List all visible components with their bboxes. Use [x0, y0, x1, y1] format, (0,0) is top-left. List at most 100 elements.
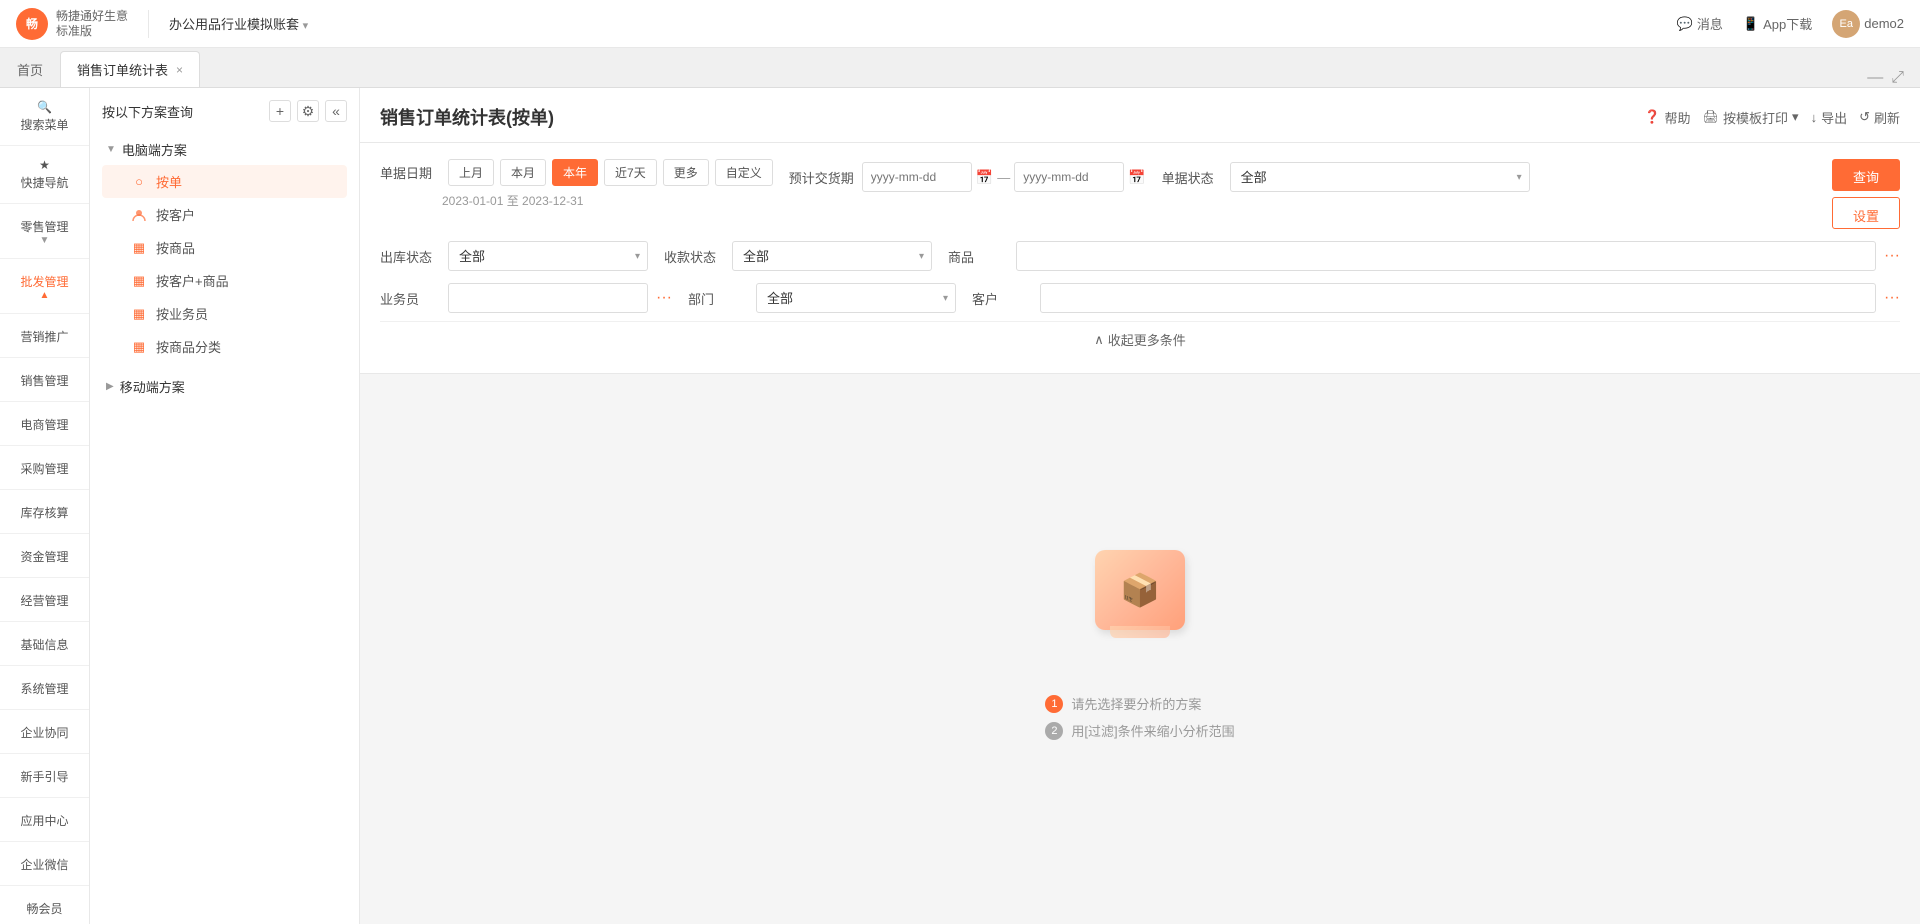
salesperson-more-dots[interactable]: ···: [656, 289, 672, 307]
sidebar-item-basic[interactable]: 基础信息: [0, 622, 89, 666]
tree-expand-arrow-icon: ▼: [106, 144, 116, 155]
tree-collapse-arrow-icon: ▶: [106, 381, 114, 392]
tree-parent-label: 电脑端方案: [122, 140, 187, 159]
sidebar-item-marketing[interactable]: 营销推广: [0, 314, 89, 358]
sidebar-item-ecommerce[interactable]: 电商管理: [0, 402, 89, 446]
page-title: 销售订单统计表(按单): [380, 104, 554, 130]
top-bar-right: 💬 消息 📱 App下载 Ea demo2: [1677, 10, 1904, 38]
sidebar-item-wholesale[interactable]: 批发管理 ▲: [0, 259, 89, 314]
export-button[interactable]: ↓ 导出: [1811, 108, 1848, 127]
date-start-calendar-icon[interactable]: 📅: [976, 169, 993, 186]
refresh-button[interactable]: ↺ 刷新: [1859, 108, 1900, 127]
refresh-icon: ↺: [1859, 109, 1870, 125]
sidebar-item-finance[interactable]: 资金管理: [0, 534, 89, 578]
date-btn-last-month[interactable]: 上月: [448, 159, 494, 186]
search-icon: 🔍: [8, 100, 81, 114]
settings-scheme-button[interactable]: ⚙: [297, 100, 319, 122]
date-btn-more[interactable]: 更多: [663, 159, 709, 186]
by-customer-icon: [130, 206, 148, 224]
tree-child-by-salesperson[interactable]: ▦ 按业务员: [102, 297, 347, 330]
sidebar-item-app-center[interactable]: 应用中心: [0, 798, 89, 842]
sidebar-item-operations[interactable]: 经营管理: [0, 578, 89, 622]
tree-child-by-order[interactable]: ○ 按单: [102, 165, 347, 198]
date-btn-this-year[interactable]: 本年: [552, 159, 598, 186]
tree-parent-mobile-label: 移动端方案: [120, 377, 185, 396]
collapse-icon: ∧: [1094, 332, 1104, 348]
user-profile[interactable]: Ea demo2: [1832, 10, 1904, 38]
status-select[interactable]: 全部 待审核 已审核 已完成: [1230, 162, 1530, 192]
out-status-select[interactable]: 全部 未出库 部分出库 已出库: [448, 241, 648, 271]
product-more-dots[interactable]: ···: [1884, 247, 1900, 265]
sidebar-item-sales[interactable]: 销售管理: [0, 358, 89, 402]
tree-parent-mobile[interactable]: ▶ 移动端方案: [102, 371, 347, 402]
download-icon: 📱: [1743, 16, 1759, 32]
tree-child-label: 按客户+商品: [156, 271, 229, 290]
sidebar-item-quick-nav[interactable]: ★ 快捷导航: [0, 146, 89, 204]
message-icon: 💬: [1677, 16, 1693, 32]
tree-child-by-category[interactable]: ▦ 按商品分类: [102, 330, 347, 363]
collapse-panel-button[interactable]: «: [325, 100, 347, 122]
customer-input[interactable]: [1040, 283, 1876, 313]
tab-maximize-icon[interactable]: ⤢: [1891, 69, 1904, 87]
content-body: 📦 1 请先选择要分析的方案 2 用[过滤]条件来缩小分析范围: [360, 374, 1920, 924]
star-icon: ★: [8, 158, 81, 172]
settings-button[interactable]: 设置: [1832, 197, 1900, 229]
sidebar-item-purchase[interactable]: 采购管理: [0, 446, 89, 490]
customer-more-dots[interactable]: ···: [1884, 289, 1900, 307]
app-title[interactable]: 办公用品行业模拟账套 ▾: [169, 14, 308, 33]
tree-child-by-customer-product[interactable]: ▦ 按客户+商品: [102, 264, 347, 297]
sidebar-item-inventory[interactable]: 库存核算: [0, 490, 89, 534]
sidebar-item-search-menu[interactable]: 🔍 搜索菜单: [0, 88, 89, 146]
sidebar-item-retail[interactable]: 零售管理 ▼: [0, 204, 89, 259]
print-button[interactable]: 🖨 按模板打印 ▾: [1703, 108, 1799, 127]
left-panel: 按以下方案查询 + ⚙ « ▼ 电脑端方案 ○ 按单: [90, 88, 360, 924]
salesperson-input[interactable]: [448, 283, 648, 313]
tree-child-by-customer[interactable]: 按客户: [102, 198, 347, 231]
payment-status-select-wrapper: 全部 未收款 部分收款 已收款 ▾: [732, 241, 932, 271]
date-btn-custom[interactable]: 自定义: [715, 159, 773, 186]
help-button[interactable]: ❓ 帮助: [1644, 108, 1690, 127]
dept-label: 部门: [688, 289, 748, 308]
logo-icon: 畅: [16, 8, 48, 40]
product-input[interactable]: [1016, 241, 1876, 271]
out-status-label: 出库状态: [380, 247, 440, 266]
sidebar-item-member[interactable]: 畅会员: [0, 886, 89, 924]
sidebar-item-system[interactable]: 系统管理: [0, 666, 89, 710]
sidebar-item-newbie[interactable]: 新手引导: [0, 754, 89, 798]
sidebar-item-enterprise[interactable]: 企业协同: [0, 710, 89, 754]
logo-text: 畅捷通好生意 标准版: [56, 9, 128, 38]
tab-sales-order-stats[interactable]: 销售订单统计表 ×: [60, 51, 200, 87]
expected-date-range: 📅 — 📅: [862, 162, 1146, 192]
date-btn-this-month[interactable]: 本月: [500, 159, 546, 186]
date-btn-last-7-days[interactable]: 近7天: [604, 159, 657, 186]
collapse-conditions-button[interactable]: ∧ 收起更多条件: [380, 321, 1900, 357]
hint-number-1: 1: [1045, 695, 1063, 713]
tab-home[interactable]: 首页: [0, 51, 60, 87]
divider: [148, 10, 149, 38]
tree-child-label: 按商品: [156, 238, 195, 257]
message-button[interactable]: 💬 消息: [1677, 14, 1723, 33]
query-button[interactable]: 查询: [1832, 159, 1900, 191]
logo-symbol: 畅: [26, 15, 38, 32]
expected-date-end-input[interactable]: [1014, 162, 1124, 192]
date-label: 单据日期: [380, 163, 440, 182]
payment-status-select[interactable]: 全部 未收款 部分收款 已收款: [732, 241, 932, 271]
customer-label: 客户: [972, 289, 1032, 308]
by-salesperson-icon: ▦: [130, 305, 148, 323]
app-download-button[interactable]: 📱 App下载: [1743, 14, 1812, 33]
expected-date-start-input[interactable]: [862, 162, 972, 192]
tree-child-by-product[interactable]: ▦ 按商品: [102, 231, 347, 264]
tree-parent-pc[interactable]: ▼ 电脑端方案: [102, 134, 347, 165]
tab-minimize-icon[interactable]: —: [1867, 69, 1883, 87]
dept-select[interactable]: 全部: [756, 283, 956, 313]
date-end-calendar-icon[interactable]: 📅: [1128, 169, 1145, 186]
user-avatar: Ea: [1832, 10, 1860, 38]
by-product-icon: ▦: [130, 239, 148, 257]
add-scheme-button[interactable]: +: [269, 100, 291, 122]
export-icon: ↓: [1811, 110, 1818, 125]
empty-hint-2: 2 用[过滤]条件来缩小分析范围: [1045, 721, 1234, 740]
by-customer-product-icon: ▦: [130, 272, 148, 290]
sidebar-item-enterprise-wechat[interactable]: 企业微信: [0, 842, 89, 886]
tree-child-label: 按业务员: [156, 304, 208, 323]
tab-close-icon[interactable]: ×: [176, 63, 183, 77]
